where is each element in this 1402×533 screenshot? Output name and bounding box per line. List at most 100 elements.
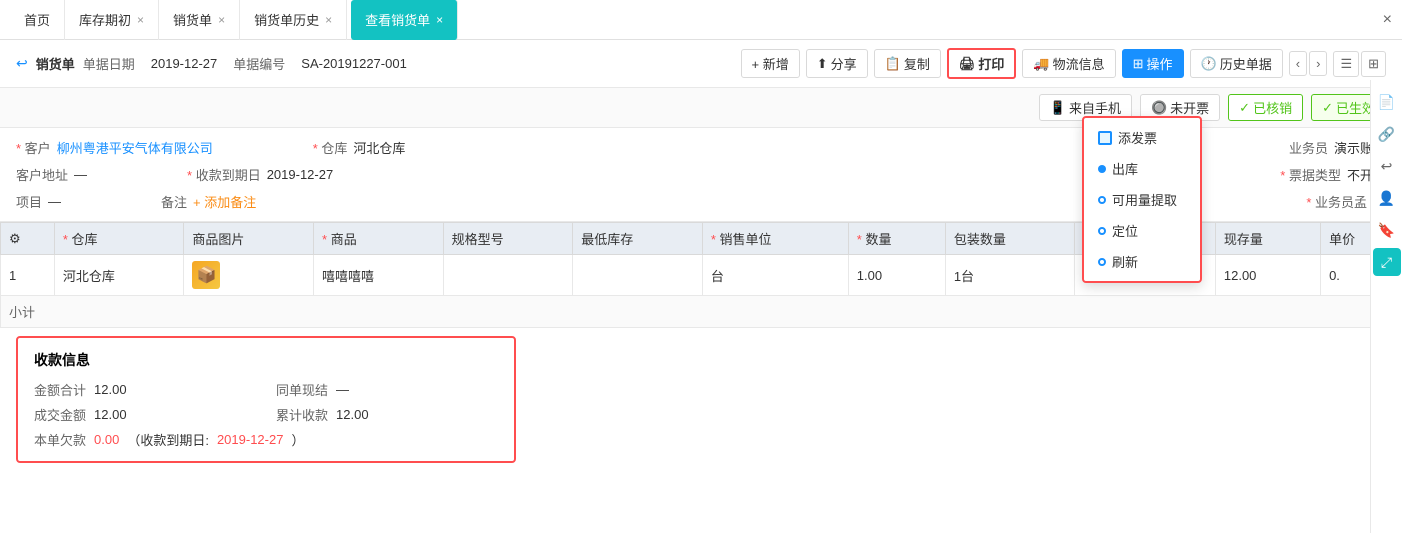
refresh-label: 刷新	[1112, 252, 1138, 271]
not-open-label: 未开票	[1170, 98, 1209, 117]
payment-date-label: 收款到期日	[187, 165, 261, 184]
payment-total-label: 金额合计	[34, 380, 86, 399]
dropdown-locate[interactable]: 定位	[1084, 215, 1200, 246]
history-button[interactable]: 🕐 历史单据	[1190, 49, 1283, 78]
dropdown-add-invoice[interactable]: 添发票	[1084, 122, 1200, 153]
note-add-label[interactable]: + 添加备注	[193, 192, 256, 211]
tab-inventory-init-label: 库存期初	[79, 10, 131, 29]
history-button-label: 历史单据	[1220, 54, 1272, 73]
tab-sales-order[interactable]: 销货单 ×	[159, 0, 240, 40]
dropdown-ship-out[interactable]: 出库	[1084, 153, 1200, 184]
payment-same-order-row: 同单现结 —	[276, 380, 498, 399]
share-button[interactable]: ⬆ 分享	[806, 49, 868, 78]
col-unit: 销售单位	[702, 223, 848, 255]
col-current-stock: 现存量	[1215, 223, 1320, 255]
tab-sales-order-close[interactable]: ×	[218, 13, 225, 27]
refresh-circle-icon	[1098, 258, 1106, 266]
payment-transaction-label: 成交金额	[34, 405, 86, 424]
logistics-button[interactable]: 🚚 物流信息	[1022, 49, 1115, 78]
window-close-button[interactable]: ×	[1383, 11, 1392, 29]
date-value: 2019-12-27	[151, 56, 218, 71]
warehouse-value: 河北仓库	[353, 138, 405, 157]
sidebar-bookmark-icon[interactable]: 🔖	[1373, 216, 1401, 244]
sidebar-expand-icon[interactable]: ⤢	[1373, 248, 1401, 276]
payment-balance-note-end: ）	[291, 430, 304, 449]
tab-sales-history-close[interactable]: ×	[325, 13, 332, 27]
history-icon: 🕐	[1201, 56, 1217, 72]
col-settings[interactable]: ⚙	[1, 223, 55, 255]
doc-title: 销货单	[36, 54, 75, 73]
payment-balance-date: 2019-12-27	[217, 432, 284, 447]
locate-circle-icon	[1098, 227, 1106, 235]
warehouse-field: 仓库 河北仓库	[313, 138, 406, 157]
sidebar-document-icon[interactable]: 📄	[1373, 88, 1401, 116]
nav-arrows: ‹ ›	[1289, 51, 1328, 76]
operations-button[interactable]: ⊞ 操作	[1122, 49, 1184, 78]
tab-sales-history[interactable]: 销货单历史 ×	[240, 0, 347, 40]
project-field: 项目 —	[16, 192, 61, 211]
product-thumbnail: 📦	[192, 261, 220, 289]
tab-view-sales-close[interactable]: ×	[436, 13, 443, 27]
new-button-label: + 新增	[752, 54, 789, 73]
doc-title-area: ↩ 销货单 单据日期 2019-12-27 单据编号 SA-20191227-0…	[16, 54, 741, 73]
payment-balance-row: 本单欠款 0.00 （收款到期日: 2019-12-27 ）	[34, 430, 498, 449]
payment-same-order-value: —	[336, 382, 349, 397]
print-button[interactable]: 🖨 打印	[947, 48, 1017, 79]
copy-button[interactable]: 📋 复制	[874, 49, 941, 78]
share-button-label: 分享	[831, 54, 857, 73]
sidebar-user-icon[interactable]: 👤	[1373, 184, 1401, 212]
sidebar-return-icon[interactable]: ↩	[1373, 152, 1401, 180]
subtotal-label: 小计	[1, 296, 1402, 328]
tab-bar: 首页 库存期初 × 销货单 × 销货单历史 × 查看销货单 × ×	[0, 0, 1402, 40]
prev-arrow[interactable]: ‹	[1289, 51, 1307, 76]
new-button[interactable]: + 新增	[741, 49, 800, 78]
staff-label: 业务员	[1289, 138, 1328, 157]
available-qty-label: 可用量提取	[1112, 190, 1177, 209]
sales-staff-label: 业务员孟	[1306, 192, 1367, 211]
project-value: —	[48, 194, 61, 209]
tab-inventory-init[interactable]: 库存期初 ×	[65, 0, 159, 40]
operations-icon: ⊞	[1133, 56, 1144, 72]
customer-value[interactable]: 柳州粤港平安气体有限公司	[57, 138, 213, 157]
payment-cumulative-label: 累计收款	[276, 405, 328, 424]
payment-same-order-label: 同单现结	[276, 380, 328, 399]
tab-home[interactable]: 首页	[10, 0, 65, 40]
operations-button-label: 操作	[1147, 54, 1173, 73]
ticket-type-label: 票据类型	[1280, 165, 1341, 184]
grid-view-toggle[interactable]: ⊞	[1361, 51, 1386, 77]
payment-balance-label: 本单欠款	[34, 430, 86, 449]
payment-date-value: 2019-12-27	[267, 167, 334, 182]
payment-grid: 金额合计 12.00 同单现结 — 成交金额 12.00 累计收款 12.00 …	[34, 380, 498, 449]
print-button-label: 打印	[978, 54, 1004, 73]
right-sidebar: 📄 🔗 ↩ 👤 🔖 ⤢	[1370, 80, 1402, 533]
payment-transaction-row: 成交金额 12.00	[34, 405, 256, 424]
next-arrow[interactable]: ›	[1309, 51, 1327, 76]
customer-field: 客户 柳州粤港平安气体有限公司	[16, 138, 213, 157]
payment-title: 收款信息	[34, 350, 498, 370]
already-checked-button[interactable]: ✓ 已核销	[1228, 94, 1303, 121]
tab-view-sales[interactable]: 查看销货单 ×	[351, 0, 458, 40]
ship-out-dot-icon	[1098, 165, 1106, 173]
payment-transaction-value: 12.00	[94, 407, 127, 422]
row-unit: 台	[702, 255, 848, 296]
col-product-img: 商品图片	[184, 223, 314, 255]
tab-view-sales-label: 查看销货单	[365, 10, 430, 29]
col-qty: 数量	[848, 223, 945, 255]
dropdown-available-qty[interactable]: 可用量提取	[1084, 184, 1200, 215]
tab-sales-history-label: 销货单历史	[254, 10, 319, 29]
no-label: 单据编号	[233, 54, 285, 73]
sidebar-link-icon[interactable]: 🔗	[1373, 120, 1401, 148]
not-open-icon: 🔘	[1151, 100, 1167, 116]
col-warehouse: 仓库	[54, 223, 184, 255]
row-qty: 1.00	[848, 255, 945, 296]
ship-out-label: 出库	[1112, 159, 1138, 178]
dropdown-refresh[interactable]: 刷新	[1084, 246, 1200, 277]
toolbar: + 新增 ⬆ 分享 📋 复制 🖨 打印 🚚 物流信息	[741, 48, 1386, 79]
payment-info: 收款信息 金额合计 12.00 同单现结 — 成交金额 12.00 累计收款 1…	[16, 336, 516, 463]
customer-label: 客户	[16, 138, 51, 157]
address-value: —	[74, 167, 87, 182]
payment-date-field: 收款到期日 2019-12-27	[187, 165, 333, 184]
print-icon: 🖨	[959, 56, 976, 72]
tab-inventory-init-close[interactable]: ×	[137, 13, 144, 27]
list-view-toggle[interactable]: ☰	[1333, 51, 1359, 77]
